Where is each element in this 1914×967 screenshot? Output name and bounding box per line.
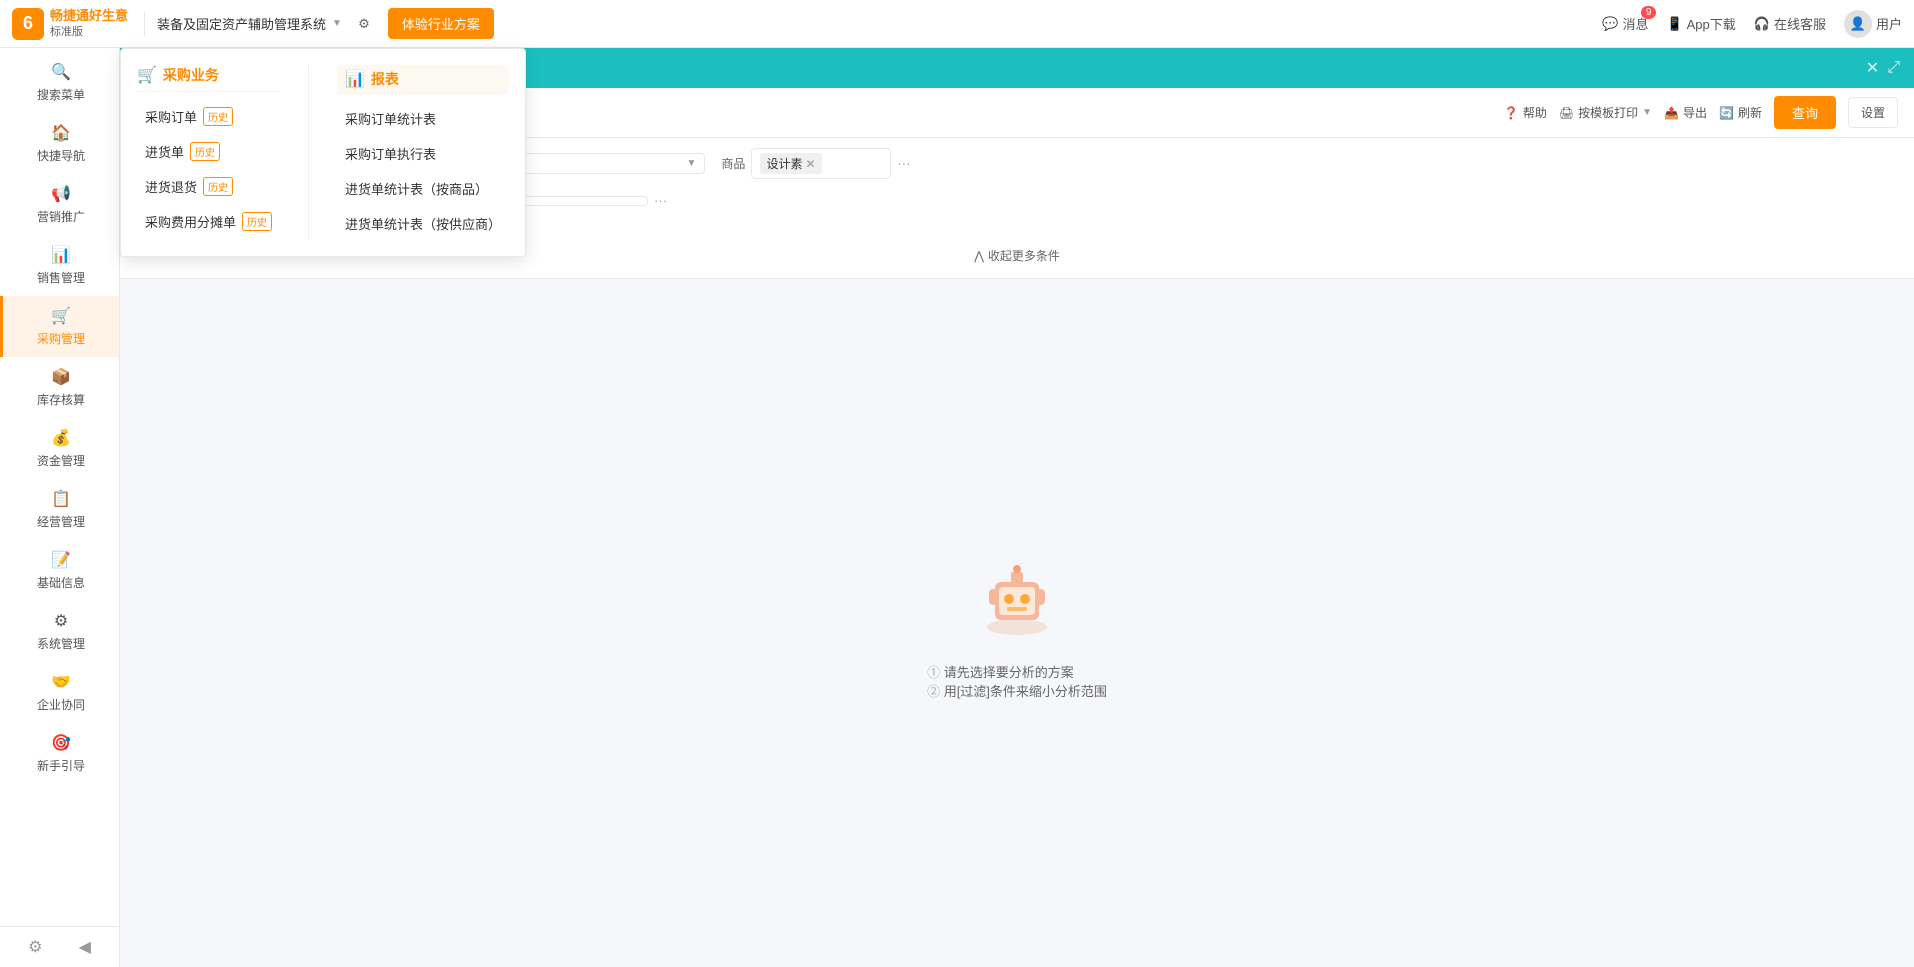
topbar-right: 💬 消息 9 📱 App下载 🎧 在线客服 👤 用户	[1602, 10, 1902, 38]
order-status-select[interactable]: ▼	[505, 153, 705, 174]
section2-icon: 📊	[345, 69, 365, 89]
query-button[interactable]: 查询	[1774, 96, 1836, 129]
sidebar-collapse-button[interactable]: ◀	[79, 937, 91, 957]
sidebar-bottom: ⚙ ◀	[0, 926, 119, 967]
empty-text: 请先选择要分析的方案 用[过滤]条件来缩小分析范围	[927, 662, 1107, 700]
headset-icon: 🎧	[1754, 16, 1770, 32]
home-icon: 🏠	[51, 123, 71, 143]
marketing-icon: 📢	[51, 184, 71, 204]
sidebar-item-finance[interactable]: 💰 资金管理	[0, 418, 119, 479]
sidebar-item-enterprise[interactable]: 🤝 企业协同	[0, 662, 119, 723]
collapse-button[interactable]: ⋀ 收起更多条件	[974, 247, 1060, 264]
sidebar-nav: 🔍 搜索菜单 🏠 快捷导航 📢 营销推广 📊 销售管理 🛒 采购管理 📦	[0, 48, 119, 926]
logo-text: 畅捷通好生意 标准版	[50, 8, 128, 39]
purchase-cost-badge: 历史	[242, 212, 272, 231]
help-button[interactable]: ❓ 帮助	[1504, 104, 1547, 121]
system-icon: ⚙	[54, 611, 68, 631]
print-icon: 🖨	[1559, 106, 1574, 120]
finance-icon: 💰	[51, 428, 71, 448]
app-download-button[interactable]: 📱 App下载	[1666, 14, 1735, 33]
system-dropdown-arrow: ▼	[332, 18, 342, 29]
purchase-report-section: 📊 报表 采购订单统计表 采购订单执行表 进货单统计表（按商品） 进货单统计表（…	[337, 65, 509, 240]
divider	[144, 12, 145, 36]
system-title[interactable]: 装备及固定资产辅助管理系统 ▼	[157, 14, 342, 33]
export-button[interactable]: 📤 导出	[1664, 104, 1707, 121]
goods-return-badge: 历史	[203, 177, 233, 196]
phone-icon: 📱	[1666, 16, 1682, 32]
product-tag-remove[interactable]: ✕	[805, 157, 815, 171]
sidebar-item-basic[interactable]: 📝 基础信息	[0, 540, 119, 601]
salesperson-more-dots[interactable]: ···	[654, 193, 667, 208]
help-icon: ❓	[1504, 106, 1519, 120]
menu-item-purchase-cost[interactable]: 采购费用分摊单 历史	[137, 205, 280, 238]
online-service-button[interactable]: 🎧 在线客服	[1754, 14, 1826, 33]
basic-icon: 📝	[51, 550, 71, 570]
template-print-button[interactable]: 🖨 按模板打印 ▼	[1559, 104, 1652, 121]
sidebar-item-purchase[interactable]: 🛒 采购管理	[0, 296, 119, 357]
operation-icon: 📋	[51, 489, 71, 509]
sidebar-settings-button[interactable]: ⚙	[28, 937, 42, 957]
tab-bar-expand-button[interactable]: ⤢	[1883, 55, 1904, 81]
menu-item-receipt-stats-product[interactable]: 进货单统计表（按商品）	[337, 172, 509, 205]
enterprise-icon: 🤝	[51, 672, 71, 692]
product-select[interactable]: 设计素 ✕	[751, 148, 891, 179]
sidebar: 🔍 搜索菜单 🏠 快捷导航 📢 营销推广 📊 销售管理 🛒 采购管理 📦	[0, 48, 120, 967]
empty-illustration	[967, 547, 1067, 650]
section1-icon: 🛒	[137, 65, 157, 85]
print-arrow-icon: ▼	[1642, 107, 1652, 118]
export-icon: 📤	[1664, 106, 1679, 120]
sidebar-item-marketing[interactable]: 📢 营销推广	[0, 174, 119, 235]
refresh-icon: 🔄	[1719, 106, 1734, 120]
menu-item-purchase-order[interactable]: 采购订单 历史	[137, 100, 280, 133]
menu-item-goods-return[interactable]: 进货退货 历史	[137, 170, 280, 203]
system-settings-icon[interactable]: ⚙	[350, 10, 378, 38]
menu-item-receipt-stats-supplier[interactable]: 进货单统计表（按供应商）	[337, 207, 509, 240]
message-button[interactable]: 💬 消息 9	[1602, 14, 1648, 33]
sidebar-item-inventory[interactable]: 📦 库存核算	[0, 357, 119, 418]
empty-state: 请先选择要分析的方案 用[过滤]条件来缩小分析范围	[120, 279, 1914, 967]
logo-area: 6 畅捷通好生意 标准版	[12, 8, 132, 40]
goods-receipt-badge: 历史	[190, 142, 220, 161]
product-filter: 商品 设计素 ✕ ···	[721, 148, 910, 179]
section2-title: 📊 报表	[337, 65, 509, 94]
sales-icon: 📊	[51, 245, 71, 265]
purchase-dropdown-menu: 🛒 采购业务 采购订单 历史 进货单 历史 进货退货 历史 采购费用分摊单 历史…	[120, 48, 526, 257]
product-more-dots[interactable]: ···	[897, 156, 910, 171]
user-avatar: 👤	[1844, 10, 1872, 38]
section1-title: 🛒 采购业务	[137, 65, 280, 92]
search-icon: 🔍	[51, 62, 71, 82]
menu-divider	[308, 65, 309, 240]
menu-item-goods-receipt[interactable]: 进货单 历史	[137, 135, 280, 168]
settings-button[interactable]: 设置	[1848, 97, 1898, 128]
sidebar-item-sales[interactable]: 📊 销售管理	[0, 235, 119, 296]
purchase-icon: 🛒	[51, 306, 71, 326]
product-label: 商品	[721, 155, 745, 172]
menu-item-order-stats[interactable]: 采购订单统计表	[337, 102, 509, 135]
sidebar-item-system[interactable]: ⚙ 系统管理	[0, 601, 119, 662]
newbie-icon: 🎯	[51, 733, 71, 753]
refresh-button[interactable]: 🔄 刷新	[1719, 104, 1762, 121]
collapse-arrow-icon: ⋀	[974, 249, 984, 263]
purchase-business-section: 🛒 采购业务 采购订单 历史 进货单 历史 进货退货 历史 采购费用分摊单 历史	[137, 65, 280, 240]
logo-icon: 6	[12, 8, 44, 40]
message-badge: 9	[1641, 6, 1657, 19]
inventory-icon: 📦	[51, 367, 71, 387]
industry-button[interactable]: 体验行业方案	[388, 8, 494, 39]
sidebar-item-search[interactable]: 🔍 搜索菜单	[0, 52, 119, 113]
sidebar-item-quicknav[interactable]: 🏠 快捷导航	[0, 113, 119, 174]
product-tag: 设计素 ✕	[760, 153, 821, 174]
message-icon: 💬	[1602, 16, 1618, 32]
tab-bar-close-button[interactable]: ✕	[1862, 54, 1883, 82]
robot-svg	[967, 547, 1067, 647]
topbar: 6 畅捷通好生意 标准版 装备及固定资产辅助管理系统 ▼ ⚙ 体验行业方案 💬 …	[0, 0, 1914, 48]
sidebar-item-newbie[interactable]: 🎯 新手引导	[0, 723, 119, 784]
purchase-order-badge: 历史	[203, 107, 233, 126]
sidebar-item-operation[interactable]: 📋 经营管理	[0, 479, 119, 540]
user-menu-button[interactable]: 👤 用户	[1844, 10, 1902, 38]
order-status-arrow-icon: ▼	[687, 158, 697, 169]
menu-item-order-exec[interactable]: 采购订单执行表	[337, 137, 509, 170]
